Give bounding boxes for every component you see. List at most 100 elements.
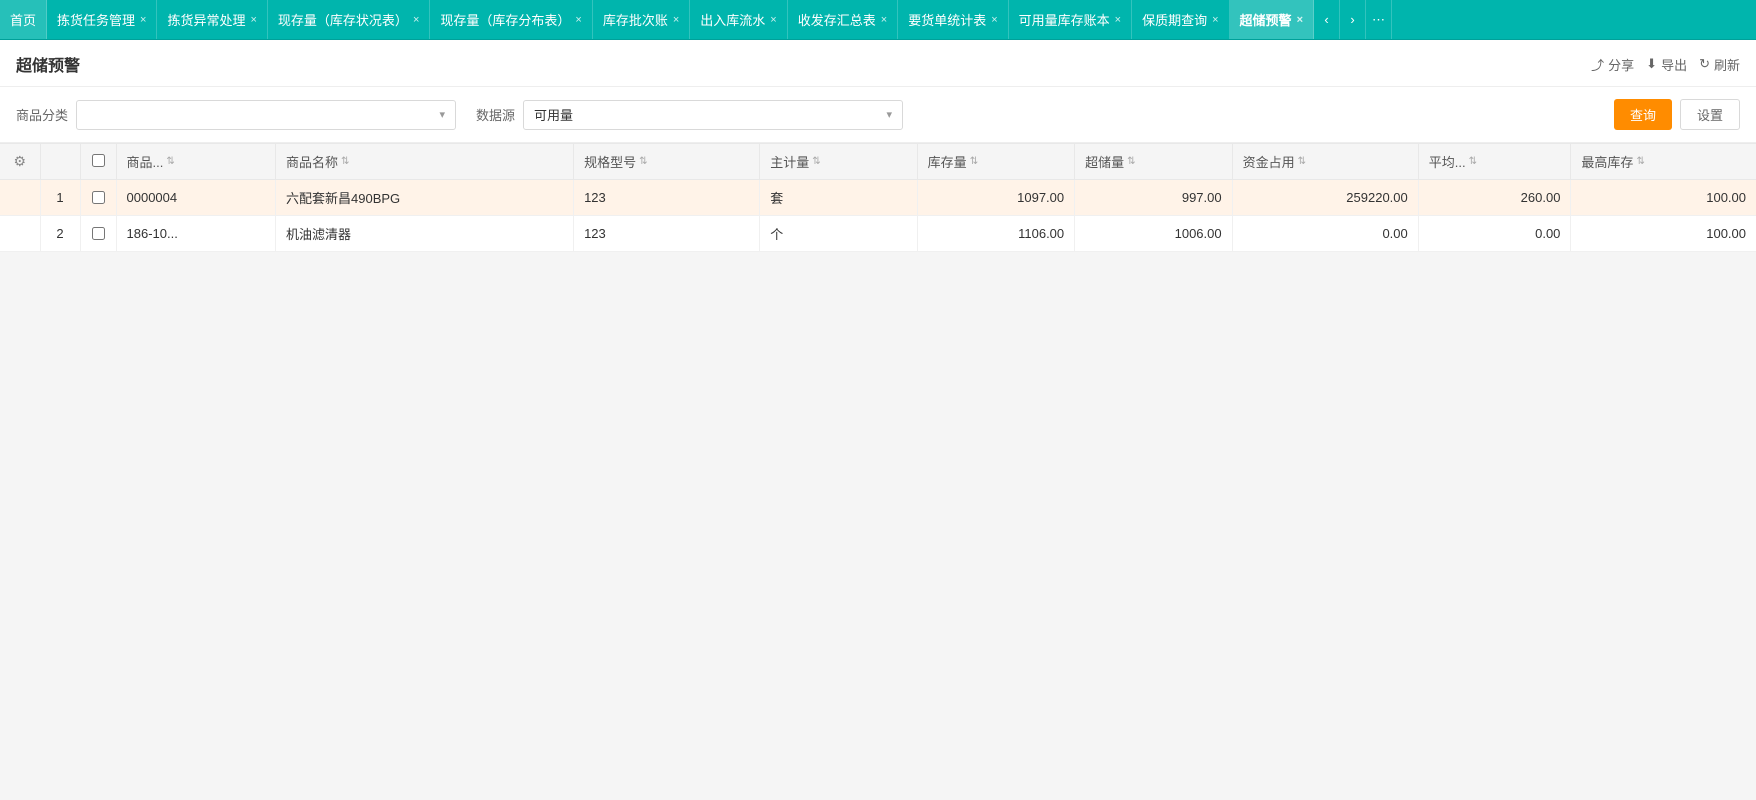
category-select[interactable]: ▾ — [76, 100, 456, 130]
row-capital-occupy: 259220.00 — [1232, 180, 1418, 216]
row-checkbox-cell — [80, 216, 116, 252]
nav-close-overstock-warning[interactable]: × — [1297, 14, 1303, 26]
refresh-icon: ↻ — [1699, 56, 1710, 72]
header-actions: ⤴ 分享 ⬇ 导出 ↻ 刷新 — [1591, 55, 1740, 74]
datasource-filter: 数据源 可用量 ▾ — [476, 100, 903, 130]
query-button[interactable]: 查询 — [1614, 99, 1672, 130]
nav-task-mgmt[interactable]: 拣货任务管理 × — [47, 0, 157, 39]
top-navigation: 首页 拣货任务管理 × 拣货异常处理 × 现存量（库存状况表） × 现存量（库存… — [0, 0, 1756, 40]
sort-product-code-icon: ⇅ — [166, 156, 174, 167]
nav-menu-arrow[interactable]: ⋯ — [1366, 0, 1392, 39]
nav-collection-summary[interactable]: 收发存汇总表 × — [788, 0, 898, 39]
row-product-code: 186-10... — [116, 216, 276, 252]
nav-quality-check[interactable]: 保质期查询 × — [1132, 0, 1229, 39]
row-product-name: 机油滤清器 — [276, 216, 574, 252]
sort-overstock-icon: ⇅ — [1127, 156, 1135, 167]
sort-avg-icon: ⇅ — [1469, 156, 1477, 167]
row-avg: 260.00 — [1418, 180, 1571, 216]
category-filter: 商品分类 ▾ — [16, 100, 456, 130]
nav-order-summary[interactable]: 要货单统计表 × — [898, 0, 1008, 39]
datasource-select[interactable]: 可用量 ▾ — [523, 100, 903, 130]
datasource-dropdown-icon: ▾ — [887, 108, 893, 121]
export-icon: ⬇ — [1646, 56, 1657, 72]
row-unit: 套 — [760, 180, 917, 216]
th-spec[interactable]: 规格型号 ⇅ — [574, 144, 760, 180]
nav-close-inventory-status[interactable]: × — [413, 14, 419, 26]
th-unit[interactable]: 主计量 ⇅ — [760, 144, 917, 180]
page-header: 超储预警 ⤴ 分享 ⬇ 导出 ↻ 刷新 — [0, 40, 1756, 87]
th-overstock[interactable]: 超储量 ⇅ — [1075, 144, 1232, 180]
nav-close-quality-check[interactable]: × — [1212, 14, 1218, 26]
nav-inout-flow[interactable]: 出入库流水 × — [690, 0, 787, 39]
category-label: 商品分类 — [16, 105, 68, 124]
row-stock: 1106.00 — [917, 216, 1074, 252]
row-spec: 123 — [574, 216, 760, 252]
th-max-stock[interactable]: 最高库存 ⇅ — [1571, 144, 1756, 180]
row-settings-cell — [0, 180, 40, 216]
row-index: 2 — [40, 216, 80, 252]
row-settings-cell — [0, 216, 40, 252]
th-checkbox — [80, 144, 116, 180]
row-max-stock: 100.00 — [1571, 180, 1756, 216]
select-all-checkbox[interactable] — [92, 154, 105, 167]
filter-actions: 查询 设置 — [1614, 99, 1740, 130]
sort-max-stock-icon: ⇅ — [1636, 156, 1644, 167]
th-stock[interactable]: 库存量 ⇅ — [917, 144, 1074, 180]
export-button[interactable]: ⬇ 导出 — [1646, 55, 1687, 74]
datasource-select-value: 可用量 — [534, 105, 573, 124]
sort-capital-occupy-icon: ⇅ — [1298, 156, 1306, 167]
nav-close-task-mgmt[interactable]: × — [140, 14, 146, 26]
nav-inventory-status[interactable]: 现存量（库存状况表） × — [268, 0, 430, 39]
datasource-label: 数据源 — [476, 105, 515, 124]
th-capital-occupy[interactable]: 资金占用 ⇅ — [1232, 144, 1418, 180]
th-product-code[interactable]: 商品... ⇅ — [116, 144, 276, 180]
row-capital-occupy: 0.00 — [1232, 216, 1418, 252]
table-header-row: ⚙ 商品... ⇅ 商品名称 — [0, 144, 1756, 180]
row-product-code: 0000004 — [116, 180, 276, 216]
row-overstock: 1006.00 — [1075, 216, 1232, 252]
settings-button[interactable]: 设置 — [1680, 99, 1740, 130]
nav-abnormal[interactable]: 拣货异常处理 × — [157, 0, 267, 39]
nav-home[interactable]: 首页 — [0, 0, 47, 39]
share-icon: ⤴ — [1591, 55, 1604, 74]
table-row: 1 0000004 六配套新昌490BPG 123 套 1097.00 997.… — [0, 180, 1756, 216]
row-product-name: 六配套新昌490BPG — [276, 180, 574, 216]
nav-close-collection-summary[interactable]: × — [881, 14, 887, 26]
th-product-name[interactable]: 商品名称 ⇅ — [276, 144, 574, 180]
row-avg: 0.00 — [1418, 216, 1571, 252]
sort-unit-icon: ⇅ — [812, 156, 820, 167]
nav-close-inventory-dist[interactable]: × — [575, 14, 581, 26]
sort-product-name-icon: ⇅ — [341, 156, 349, 167]
table-row: 2 186-10... 机油滤清器 123 个 1106.00 1006.00 … — [0, 216, 1756, 252]
row-overstock: 997.00 — [1075, 180, 1232, 216]
nav-close-abnormal[interactable]: × — [250, 14, 256, 26]
row-unit: 个 — [760, 216, 917, 252]
nav-close-batch-account[interactable]: × — [673, 14, 679, 26]
nav-next-arrow[interactable]: › — [1340, 0, 1366, 39]
table-body: 1 0000004 六配套新昌490BPG 123 套 1097.00 997.… — [0, 180, 1756, 252]
gear-icon[interactable]: ⚙ — [13, 153, 26, 169]
row-max-stock: 100.00 — [1571, 216, 1756, 252]
nav-prev-arrow[interactable]: ‹ — [1314, 0, 1340, 39]
filter-bar: 商品分类 ▾ 数据源 可用量 ▾ 查询 设置 — [0, 87, 1756, 143]
th-settings: ⚙ — [0, 144, 40, 180]
page-title: 超储预警 — [16, 52, 80, 76]
table-container: ⚙ 商品... ⇅ 商品名称 — [0, 143, 1756, 252]
nav-close-order-summary[interactable]: × — [991, 14, 997, 26]
row-index: 1 — [40, 180, 80, 216]
page-container: 超储预警 ⤴ 分享 ⬇ 导出 ↻ 刷新 商品分类 ▾ 数据源 — [0, 40, 1756, 252]
nav-batch-account[interactable]: 库存批次账 × — [593, 0, 690, 39]
category-dropdown-icon: ▾ — [439, 108, 445, 121]
nav-close-available-ledger[interactable]: × — [1115, 14, 1121, 26]
nav-close-inout-flow[interactable]: × — [770, 14, 776, 26]
share-button[interactable]: ⤴ 分享 — [1591, 55, 1634, 74]
sort-spec-icon: ⇅ — [639, 156, 647, 167]
data-table: ⚙ 商品... ⇅ 商品名称 — [0, 143, 1756, 252]
row-checkbox-1[interactable] — [92, 227, 105, 240]
th-avg[interactable]: 平均... ⇅ — [1418, 144, 1571, 180]
row-checkbox-0[interactable] — [92, 191, 105, 204]
refresh-button[interactable]: ↻ 刷新 — [1699, 55, 1740, 74]
nav-available-ledger[interactable]: 可用量库存账本 × — [1009, 0, 1132, 39]
nav-inventory-dist[interactable]: 现存量（库存分布表） × — [430, 0, 592, 39]
nav-overstock-warning[interactable]: 超储预警 × — [1230, 0, 1314, 39]
